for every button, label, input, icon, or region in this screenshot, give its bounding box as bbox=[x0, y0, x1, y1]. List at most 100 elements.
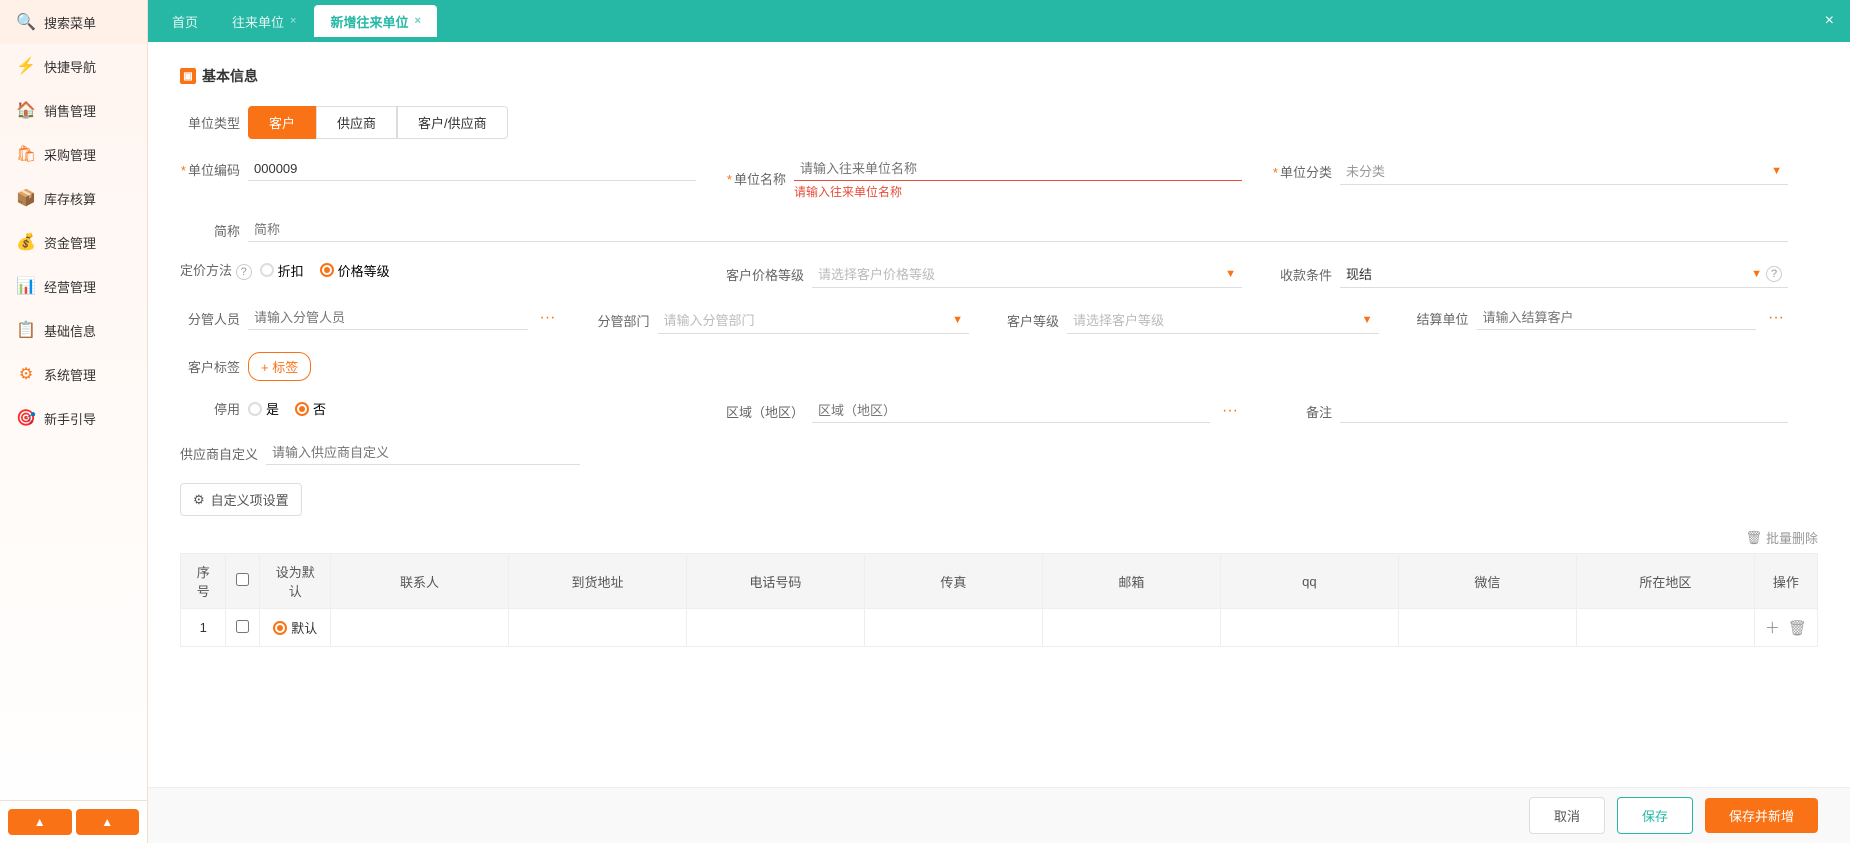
settlement-label: 结算单位 bbox=[1409, 309, 1469, 328]
disable-label: 停用 bbox=[180, 399, 240, 418]
pricing-row: 定价方法 ? 折扣 价格等级 客户价格等级 请选择客户价 bbox=[180, 260, 1818, 288]
unit-type-field: 单位类型 客户 供应商 客户/供应商 bbox=[180, 106, 1788, 139]
region-input[interactable] bbox=[812, 399, 1210, 423]
custom-settings-button[interactable]: ⚙ 自定义项设置 bbox=[180, 483, 302, 516]
row-qq-input[interactable] bbox=[1231, 620, 1388, 635]
tag-add-button[interactable]: + 标签 bbox=[248, 352, 311, 381]
disable-radio-group: 是 否 bbox=[248, 399, 326, 418]
abbr-input[interactable] bbox=[248, 218, 1788, 242]
unit-code-input[interactable] bbox=[248, 157, 696, 181]
row-email-input[interactable] bbox=[1053, 620, 1210, 635]
disable-radio-yes[interactable]: 是 bbox=[248, 399, 279, 418]
sidebar-item-purchase[interactable]: 🛍 采购管理 bbox=[0, 132, 147, 176]
form-content: ▣ 基本信息 单位类型 客户 供应商 客户/供应商 *单位编码 bbox=[148, 42, 1850, 787]
unit-type-row: 单位类型 客户 供应商 客户/供应商 bbox=[180, 106, 1818, 139]
row-contact-input[interactable] bbox=[341, 620, 498, 635]
settlement-more-btn[interactable]: ··· bbox=[1764, 309, 1788, 327]
type-btn-customer[interactable]: 客户 bbox=[248, 106, 316, 139]
sidebar-item-label: 资金管理 bbox=[44, 233, 96, 252]
operations-icon: 📊 bbox=[16, 276, 36, 296]
table-row: 1 默认 bbox=[181, 609, 1818, 647]
payment-terms-field: 收款条件 现结 ▼ ? bbox=[1272, 260, 1788, 288]
region-label: 区域（地区） bbox=[726, 402, 804, 421]
radio-price-level-circle bbox=[320, 263, 334, 277]
payment-terms-select[interactable]: 现结 ▼ ? bbox=[1340, 260, 1788, 288]
sidebar-expand-btn[interactable]: ▲ bbox=[76, 809, 140, 835]
row-phone bbox=[686, 609, 864, 647]
select-all-checkbox[interactable] bbox=[236, 573, 249, 586]
row-region-input[interactable] bbox=[1587, 620, 1744, 635]
manager-input[interactable] bbox=[248, 306, 528, 330]
row-phone-input[interactable] bbox=[697, 620, 854, 635]
unit-name-field: *单位名称 请输入往来单位名称 bbox=[726, 157, 1242, 200]
row-delete-icon[interactable]: 🗑 bbox=[1788, 619, 1807, 637]
supplier-custom-row: 供应商自定义 bbox=[180, 441, 1818, 465]
main-area: 首页 往来单位 × 新增往来单位 × × ▣ 基本信息 单位类型 客户 供应商 … bbox=[148, 0, 1850, 843]
sidebar-item-system[interactable]: ⚙ 系统管理 bbox=[0, 352, 147, 396]
row-fax bbox=[864, 609, 1042, 647]
type-btn-both[interactable]: 客户/供应商 bbox=[397, 106, 508, 139]
th-action: 操作 bbox=[1754, 554, 1817, 609]
row-add-icon[interactable]: ＋ bbox=[1765, 617, 1780, 638]
region-more-btn[interactable]: ··· bbox=[1218, 402, 1242, 420]
pricing-radio-discount[interactable]: 折扣 bbox=[260, 261, 304, 280]
sidebar-item-operations[interactable]: 📊 经营管理 bbox=[0, 264, 147, 308]
sidebar-item-guide[interactable]: 🎯 新手引导 bbox=[0, 396, 147, 440]
row-wechat-input[interactable] bbox=[1409, 620, 1566, 635]
tab-home[interactable]: 首页 bbox=[156, 5, 214, 37]
remark-input[interactable] bbox=[1340, 399, 1788, 423]
sidebar-item-basics[interactable]: 📋 基础信息 bbox=[0, 308, 147, 352]
disable-radio-no[interactable]: 否 bbox=[295, 399, 326, 418]
save-button[interactable]: 保存 bbox=[1617, 797, 1693, 834]
th-qq: qq bbox=[1220, 554, 1398, 609]
sidebar-item-sales[interactable]: 🏠 销售管理 bbox=[0, 88, 147, 132]
row-fax-input[interactable] bbox=[875, 620, 1032, 635]
dept-field: 分管部门 请输入分管部门 ▼ bbox=[590, 306, 970, 334]
type-btn-supplier[interactable]: 供应商 bbox=[316, 106, 397, 139]
sidebar-item-finance[interactable]: 💰 资金管理 bbox=[0, 220, 147, 264]
sidebar-item-search[interactable]: 🔍 搜索菜单 bbox=[0, 0, 147, 44]
tab-partners-close[interactable]: × bbox=[290, 15, 296, 27]
tab-new-partner[interactable]: 新增往来单位 × bbox=[314, 5, 436, 37]
tab-bar: 首页 往来单位 × 新增往来单位 × × bbox=[148, 0, 1850, 42]
customer-level-select[interactable]: 请选择客户等级 ▼ bbox=[1067, 306, 1379, 334]
row-default: 默认 bbox=[260, 609, 331, 647]
customer-level-field: 客户等级 请选择客户等级 ▼ bbox=[999, 306, 1379, 334]
pricing-radio-price-level[interactable]: 价格等级 bbox=[320, 261, 390, 280]
inventory-icon: 📦 bbox=[16, 188, 36, 208]
cancel-button[interactable]: 取消 bbox=[1529, 797, 1605, 834]
batch-delete-button[interactable]: 🗑 批量删除 bbox=[1745, 528, 1818, 547]
row-seq: 1 bbox=[181, 609, 226, 647]
settlement-input[interactable] bbox=[1477, 306, 1757, 330]
customer-price-select[interactable]: 请选择客户价格等级 ▼ bbox=[812, 260, 1242, 288]
radio-discount-circle bbox=[260, 263, 274, 277]
save-new-button[interactable]: 保存并新增 bbox=[1705, 798, 1818, 833]
unit-category-select[interactable]: 未分类 ▼ bbox=[1340, 157, 1788, 185]
remark-field: 备注 bbox=[1272, 399, 1788, 423]
row-default-circle bbox=[273, 621, 287, 635]
batch-delete-area: 🗑 批量删除 bbox=[180, 528, 1818, 547]
row-address-input[interactable] bbox=[519, 620, 676, 635]
sidebar-item-inventory[interactable]: 📦 库存核算 bbox=[0, 176, 147, 220]
unit-type-label: 单位类型 bbox=[180, 113, 240, 132]
pricing-help-icon[interactable]: ? bbox=[236, 264, 252, 280]
unit-code-label: *单位编码 bbox=[180, 160, 240, 179]
th-check bbox=[226, 554, 260, 609]
sidebar-collapse-btn[interactable]: ▲ bbox=[8, 809, 72, 835]
supplier-custom-input[interactable] bbox=[266, 441, 580, 465]
th-phone: 电话号码 bbox=[686, 554, 864, 609]
sidebar-item-quicknav[interactable]: ⚡ 快捷导航 bbox=[0, 44, 147, 88]
row-default-radio[interactable]: 默认 bbox=[270, 618, 320, 637]
remark-label: 备注 bbox=[1272, 402, 1332, 421]
payment-terms-help-icon[interactable]: ? bbox=[1766, 266, 1782, 282]
tab-new-partner-close[interactable]: × bbox=[414, 15, 420, 27]
unit-name-input[interactable] bbox=[794, 157, 1242, 181]
customer-price-field: 客户价格等级 请选择客户价格等级 ▼ bbox=[726, 260, 1242, 288]
row-checkbox[interactable] bbox=[236, 620, 249, 633]
customer-level-label: 客户等级 bbox=[999, 311, 1059, 330]
tab-bar-close-all[interactable]: × bbox=[1817, 8, 1842, 34]
dept-select[interactable]: 请输入分管部门 ▼ bbox=[658, 306, 970, 334]
tab-partners[interactable]: 往来单位 × bbox=[216, 5, 312, 37]
disable-region-row: 停用 是 否 区域（地区） ··· 备注 bbox=[180, 399, 1818, 423]
manager-more-btn[interactable]: ··· bbox=[536, 309, 560, 327]
